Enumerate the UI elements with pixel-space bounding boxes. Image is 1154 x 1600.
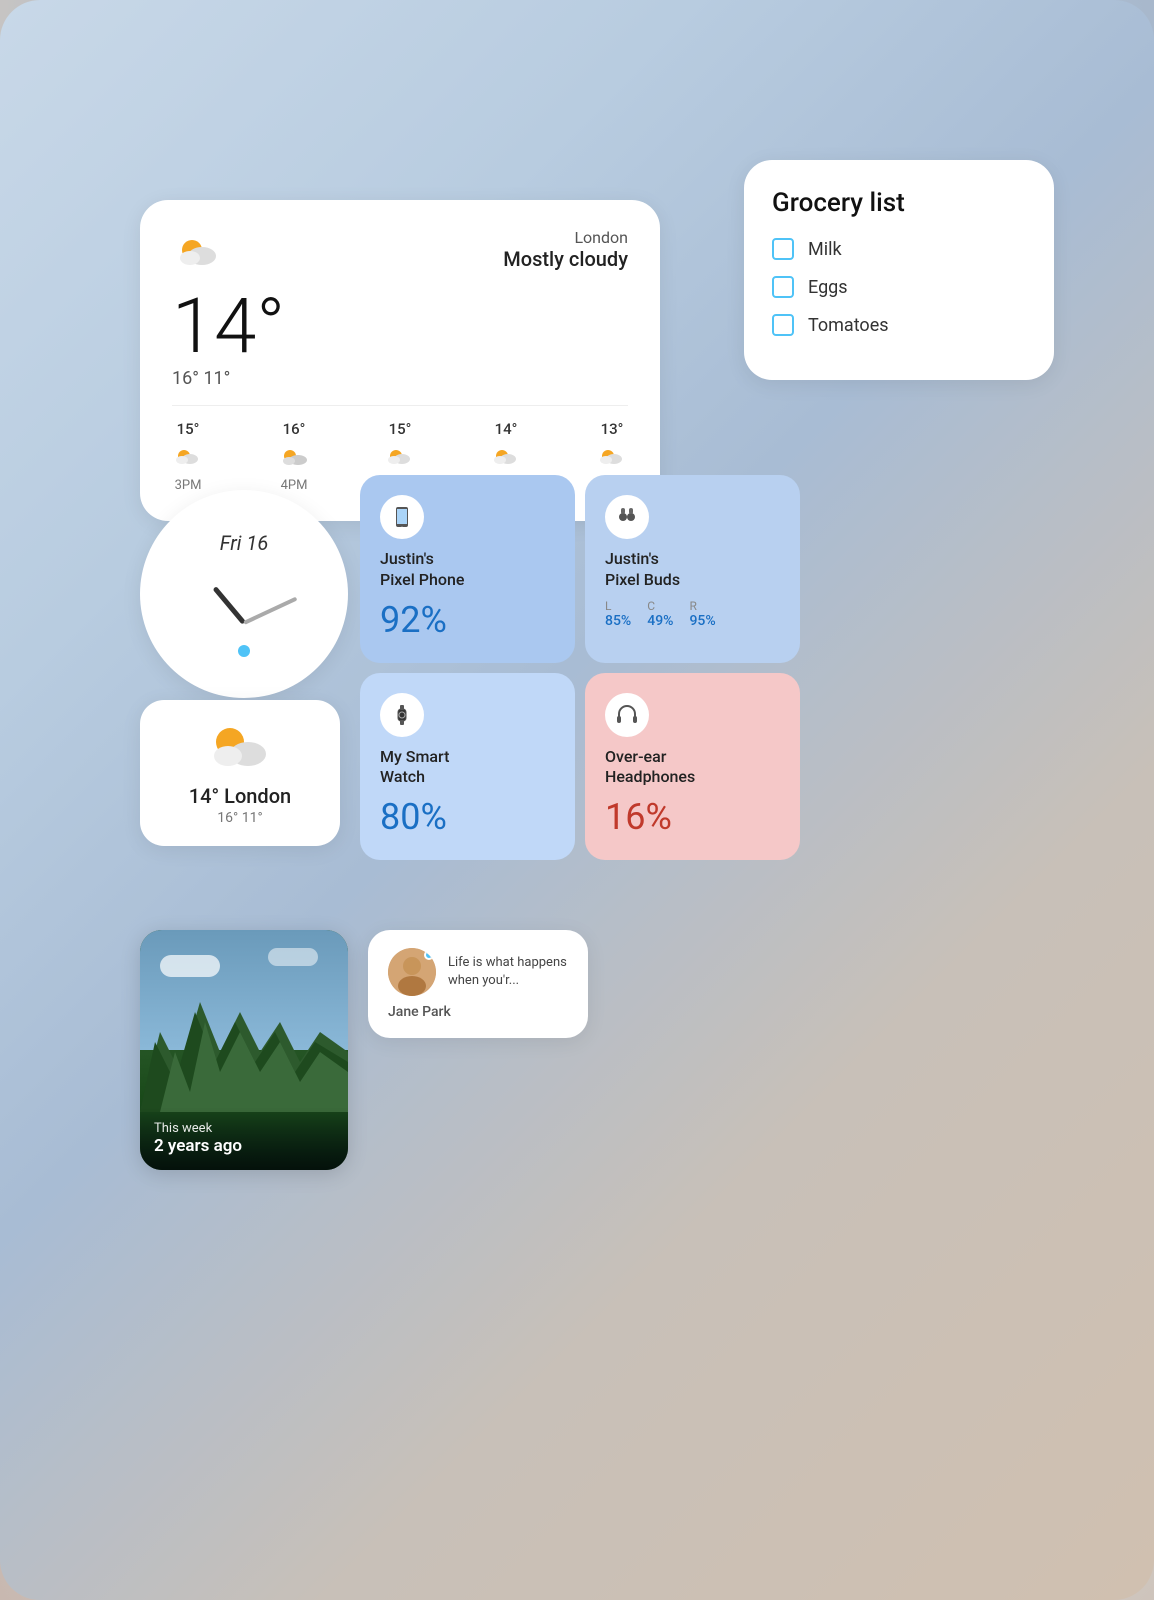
smart-watch-name: My SmartWatch: [380, 747, 555, 789]
bud-case: C 49%: [647, 599, 673, 629]
headphones-icon: [605, 693, 649, 737]
clock-dot: [238, 645, 250, 657]
clock-minute-hand: [243, 597, 297, 625]
headphones-battery: 16%: [605, 796, 780, 838]
buds-icon: [616, 506, 638, 528]
watch-icon: [391, 704, 413, 726]
grocery-checkbox-eggs[interactable]: [772, 276, 794, 298]
weather-small-icon-container: [160, 720, 320, 776]
weather-temperature: 14°: [172, 288, 628, 364]
weather-condition: Mostly cloudy: [503, 247, 628, 271]
device-pixel-buds[interactable]: Justin'sPixel Buds L 85% C 49% R 95%: [585, 475, 800, 663]
grocery-label-tomatoes: Tomatoes: [808, 315, 889, 336]
weather-city: London: [503, 228, 628, 247]
grocery-item-milk[interactable]: Milk: [772, 238, 1026, 260]
weather-small-temp: 14° London: [160, 784, 320, 808]
weather-widget-large[interactable]: London Mostly cloudy 14° 16° 11° 15° 3PM…: [140, 200, 660, 521]
device-pixel-phone[interactable]: Justin'sPixel Phone 92%: [360, 475, 575, 663]
weather-location: London Mostly cloudy: [503, 228, 628, 271]
cloud-1: [160, 955, 220, 977]
clock-widget: Fri 16: [140, 490, 348, 698]
avatar-online-dot: [424, 950, 434, 960]
memory-week-label: This week: [154, 1121, 334, 1136]
grocery-checkbox-milk[interactable]: [772, 238, 794, 260]
pixel-buds-icon: [605, 495, 649, 539]
hourly-icon-7pm: [596, 442, 628, 474]
status-avatar: [388, 948, 436, 996]
grocery-list-widget[interactable]: Grocery list Milk Eggs Tomatoes: [744, 160, 1054, 380]
grocery-title: Grocery list: [772, 188, 1026, 218]
trees-svg: [140, 982, 348, 1112]
hourly-4pm: 16° 4PM: [278, 420, 310, 493]
clock-hour-hand: [213, 586, 246, 624]
weather-small-sun-cloud-icon: [204, 720, 276, 776]
headphones-svg-icon: [615, 703, 639, 727]
bud-left: L 85%: [605, 599, 631, 629]
hourly-icon-4pm: [278, 442, 310, 474]
grocery-item-tomatoes[interactable]: Tomatoes: [772, 314, 1026, 336]
grocery-item-eggs[interactable]: Eggs: [772, 276, 1026, 298]
hourly-icon-6pm: [490, 442, 522, 474]
status-top: Life is what happens when you'r...: [388, 948, 568, 996]
hourly-3pm: 15° 3PM: [172, 420, 204, 493]
devices-battery-grid: Justin'sPixel Phone 92% Justin'sPixel Bu…: [360, 475, 800, 860]
status-person-name: Jane Park: [388, 1004, 568, 1020]
device-smart-watch[interactable]: My SmartWatch 80%: [360, 673, 575, 861]
hourly-icon-3pm: [172, 442, 204, 474]
smart-watch-icon: [380, 693, 424, 737]
headphones-name: Over-earHeadphones: [605, 747, 780, 789]
weather-hi-lo: 16° 11°: [172, 368, 628, 389]
weather-small-hilo: 16° 11°: [160, 810, 320, 826]
pixel-phone-icon: [380, 495, 424, 539]
bud-right: R 95%: [689, 599, 715, 629]
weather-sun-cloudy-icon: [172, 228, 224, 280]
status-quote-widget[interactable]: Life is what happens when you'r... Jane …: [368, 930, 588, 1038]
hourly-icon-5pm: [384, 442, 416, 474]
clock-date: Fri 16: [220, 531, 268, 555]
memory-years-label: 2 years ago: [154, 1136, 334, 1156]
memory-trees: [140, 982, 348, 1112]
clock-face: [189, 563, 299, 633]
pixel-phone-name: Justin'sPixel Phone: [380, 549, 555, 591]
weather-widget-small[interactable]: 14° London 16° 11°: [140, 700, 340, 846]
cloud-2: [268, 948, 318, 966]
memory-photo-background: This week 2 years ago: [140, 930, 348, 1170]
smart-watch-battery: 80%: [380, 796, 555, 838]
phone-icon: [391, 506, 413, 528]
status-quote-text: Life is what happens when you'r...: [448, 954, 568, 990]
memory-photo-widget[interactable]: This week 2 years ago: [140, 930, 348, 1170]
grocery-checkbox-tomatoes[interactable]: [772, 314, 794, 336]
buds-levels: L 85% C 49% R 95%: [605, 599, 780, 629]
pixel-phone-battery: 92%: [380, 599, 555, 641]
device-headphones[interactable]: Over-earHeadphones 16%: [585, 673, 800, 861]
memory-overlay: This week 2 years ago: [140, 1107, 348, 1170]
grocery-label-milk: Milk: [808, 239, 842, 260]
grocery-label-eggs: Eggs: [808, 277, 848, 298]
pixel-buds-name: Justin'sPixel Buds: [605, 549, 780, 591]
